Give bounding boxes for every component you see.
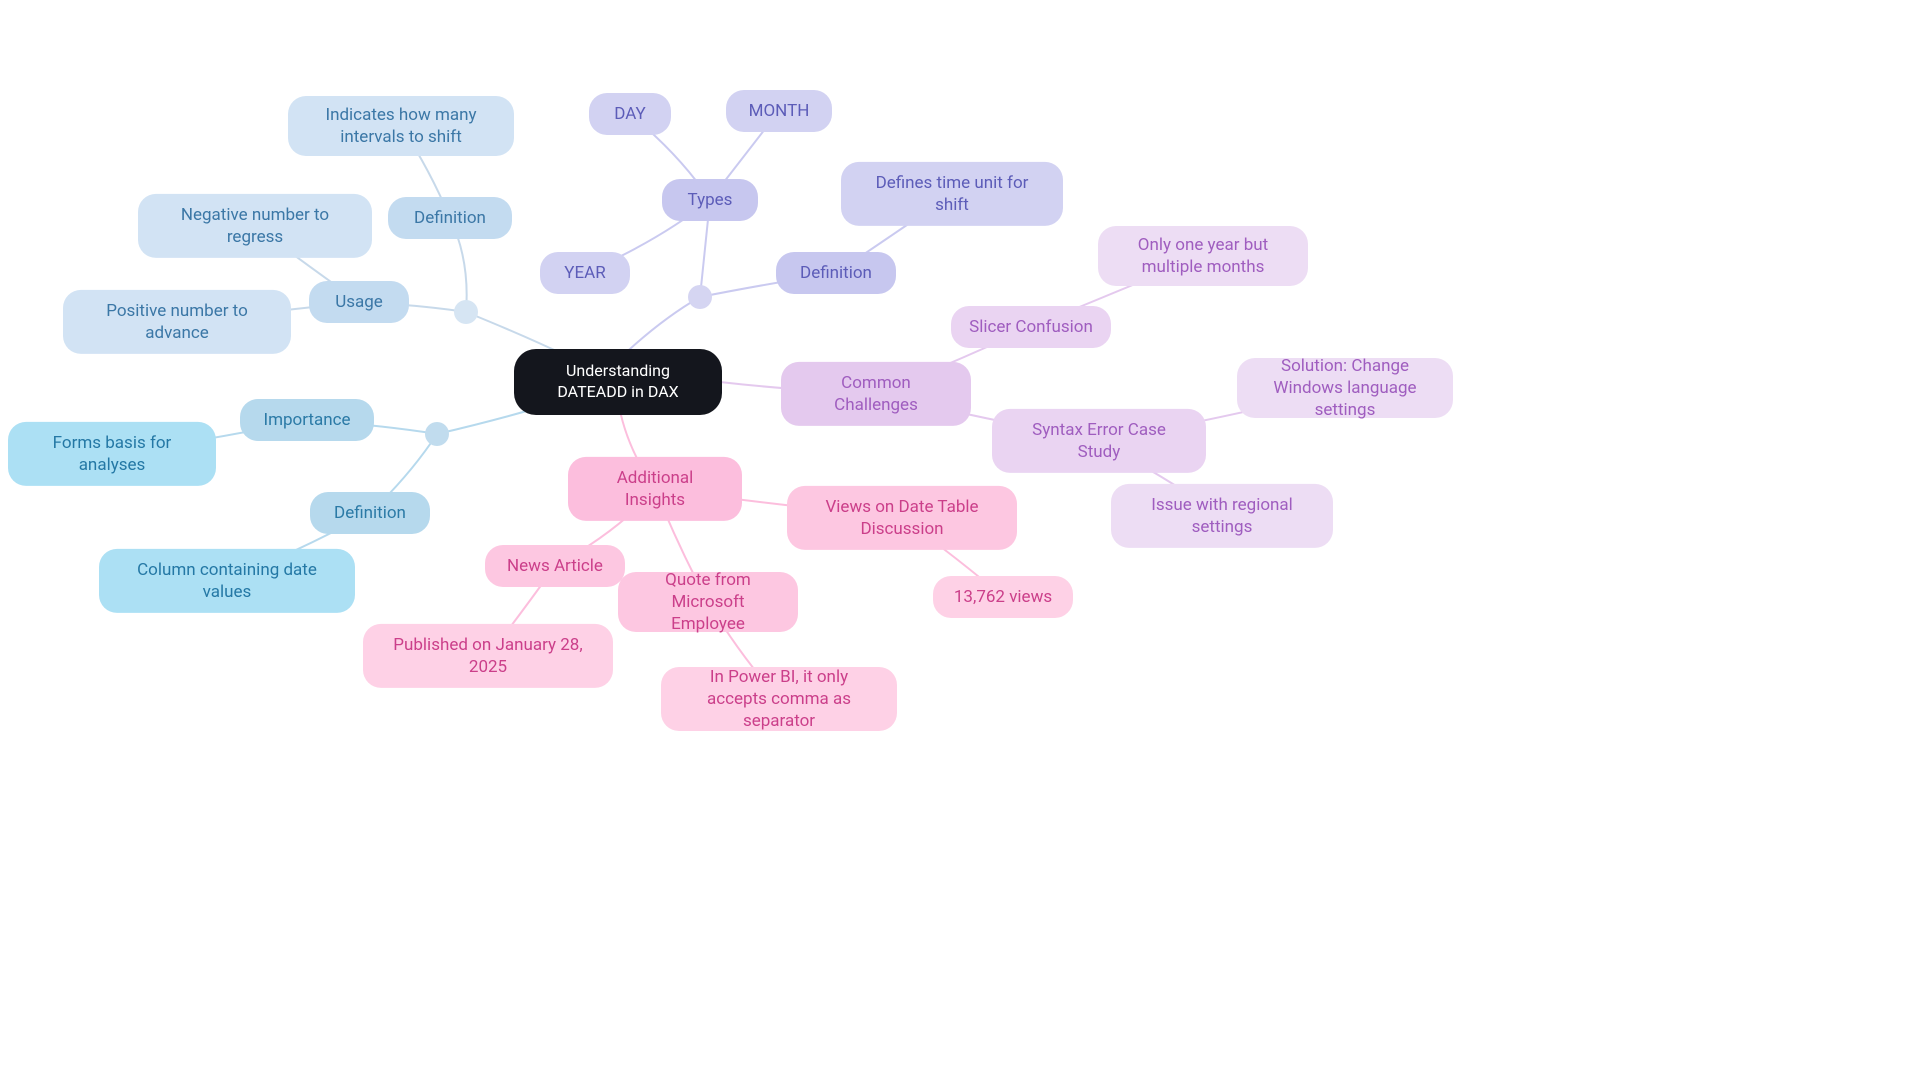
node-column-detail[interactable]: Column containing date values — [99, 549, 355, 613]
node-syntax-solution[interactable]: Solution: Change Windows language settin… — [1237, 358, 1453, 418]
node-syntax[interactable]: Syntax Error Case Study — [992, 409, 1206, 473]
node-quote[interactable]: Quote from Microsoft Employee — [618, 572, 798, 632]
node-year[interactable]: YEAR — [540, 252, 630, 294]
node-definition-intervals[interactable]: Definition — [388, 197, 512, 239]
node-slicer[interactable]: Slicer Confusion — [951, 306, 1111, 348]
node-views[interactable]: Views on Date Table Discussion — [787, 486, 1017, 550]
node-types[interactable]: Types — [662, 179, 758, 221]
hub-timeunit[interactable] — [688, 285, 712, 309]
node-syntax-issue[interactable]: Issue with regional settings — [1111, 484, 1333, 548]
node-slicer-detail[interactable]: Only one year but multiple months — [1098, 226, 1308, 286]
node-news-detail[interactable]: Published on January 28, 2025 — [363, 624, 613, 688]
node-definition-column[interactable]: Definition — [310, 492, 430, 534]
node-day[interactable]: DAY — [589, 93, 671, 135]
node-importance-detail[interactable]: Forms basis for analyses — [8, 422, 216, 486]
node-common-challenges[interactable]: Common Challenges — [781, 362, 971, 426]
node-timeunit-detail[interactable]: Defines time unit for shift — [841, 162, 1063, 226]
node-usage-positive[interactable]: Positive number to advance — [63, 290, 291, 354]
hub-intervals[interactable] — [454, 300, 478, 324]
node-definition-timeunit[interactable]: Definition — [776, 252, 896, 294]
node-importance[interactable]: Importance — [240, 399, 374, 441]
node-usage-negative[interactable]: Negative number to regress — [138, 194, 372, 258]
node-views-detail[interactable]: 13,762 views — [933, 576, 1073, 618]
node-news[interactable]: News Article — [485, 545, 625, 587]
node-quote-detail[interactable]: In Power BI, it only accepts comma as se… — [661, 667, 897, 731]
root-node[interactable]: Understanding DATEADD in DAX — [514, 349, 722, 415]
node-additional-insights[interactable]: Additional Insights — [568, 457, 742, 521]
hub-column[interactable] — [425, 422, 449, 446]
node-intervals-detail[interactable]: Indicates how many intervals to shift — [288, 96, 514, 156]
node-month[interactable]: MONTH — [726, 90, 832, 132]
node-usage[interactable]: Usage — [309, 281, 409, 323]
mindmap-canvas: Understanding DATEADD in DAX Definition … — [0, 0, 1920, 1083]
